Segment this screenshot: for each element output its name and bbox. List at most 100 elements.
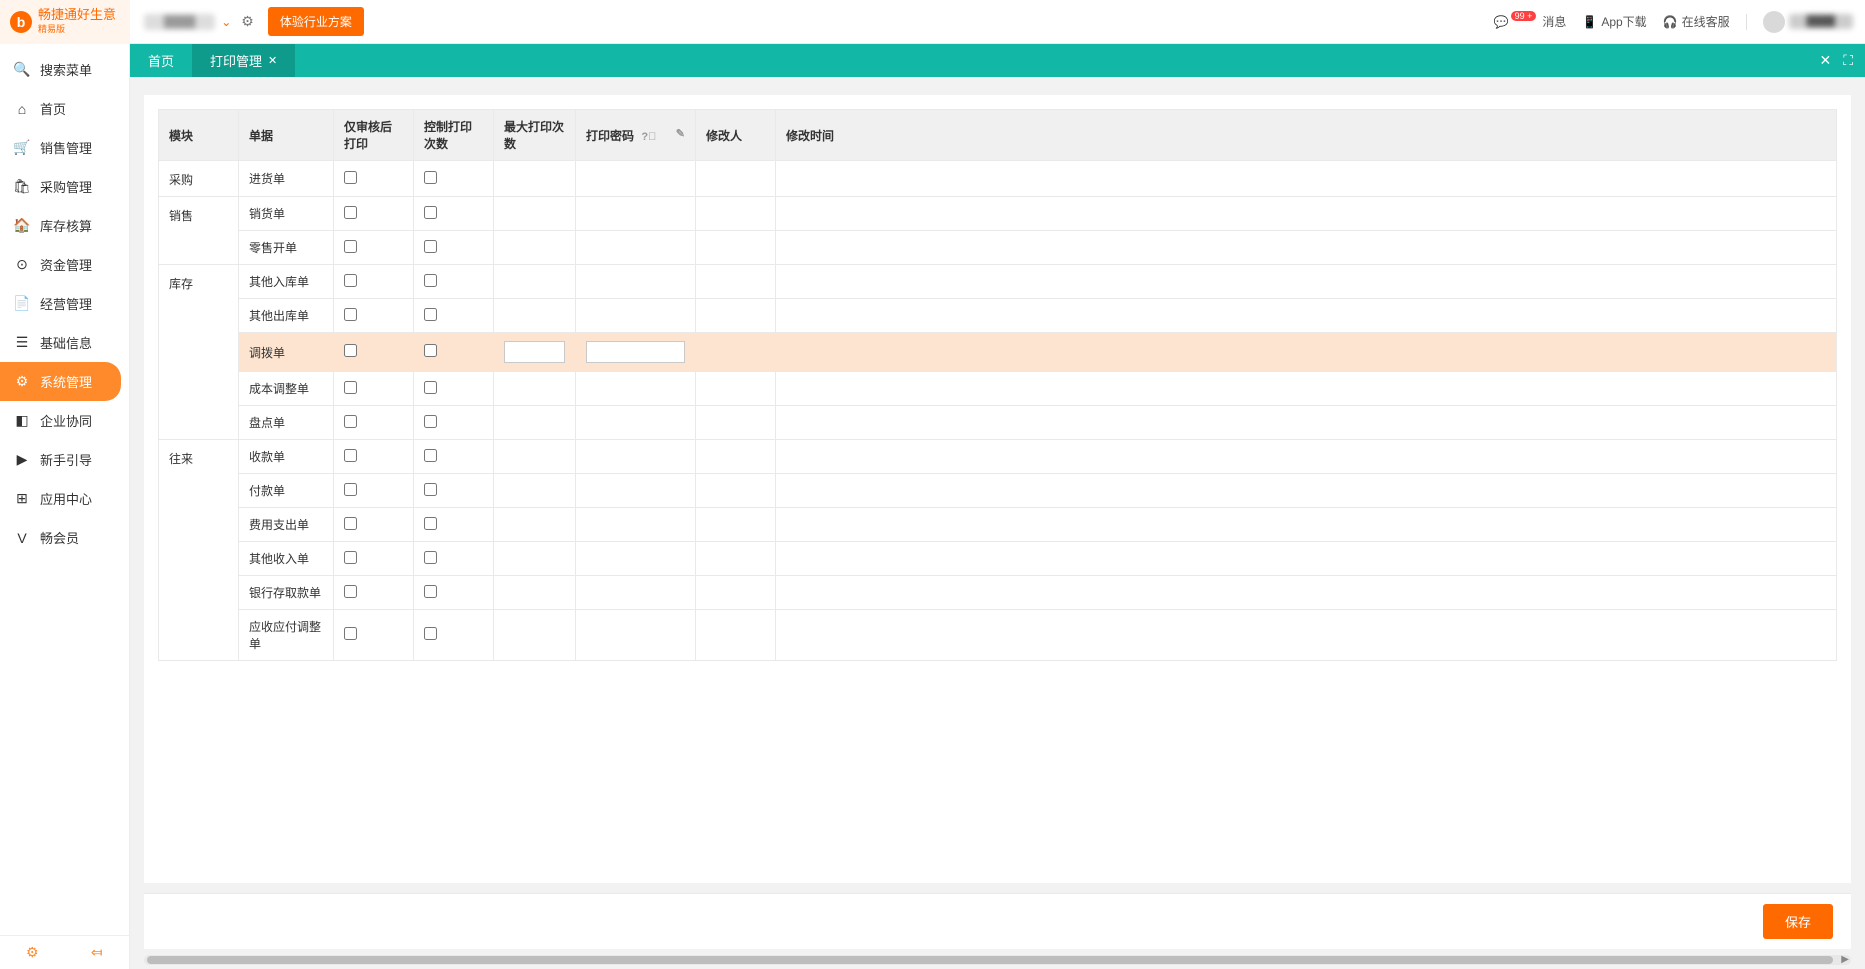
control-checkbox[interactable] <box>424 627 437 640</box>
sidebar-icon: ◧ <box>14 413 30 429</box>
modifier-cell <box>696 440 776 474</box>
th-control: 控制打印次数 <box>414 110 494 161</box>
sidebar-icon: V <box>14 530 30 546</box>
online-service-link[interactable]: 🎧 在线客服 <box>1663 13 1730 30</box>
scrollbar-thumb[interactable] <box>147 956 1833 964</box>
control-cell <box>414 231 494 265</box>
sidebar-item-2[interactable]: 🛒销售管理 <box>0 128 129 167</box>
sidebar-item-label: 销售管理 <box>40 138 92 157</box>
table-row: 盘点单 <box>159 406 1837 440</box>
pwd-cell <box>576 197 696 231</box>
sidebar: 🔍搜索菜单⌂首页🛒销售管理🛍采购管理🏠库存核算⊙资金管理📄经营管理☰基础信息⚙系… <box>0 44 130 969</box>
control-cell <box>414 610 494 661</box>
sidebar-item-5[interactable]: ⊙资金管理 <box>0 245 129 284</box>
sidebar-settings-button[interactable]: ⚙ <box>0 936 65 969</box>
audit-checkbox[interactable] <box>344 483 357 496</box>
audit-checkbox[interactable] <box>344 449 357 462</box>
control-checkbox[interactable] <box>424 308 437 321</box>
sidebar-item-0[interactable]: 🔍搜索菜单 <box>0 50 129 89</box>
doc-cell: 销货单 <box>239 197 334 231</box>
max-cell <box>494 299 576 333</box>
sidebar-item-3[interactable]: 🛍采购管理 <box>0 167 129 206</box>
tab-print-manage[interactable]: 打印管理 ✕ <box>192 44 295 77</box>
sidebar-collapse-button[interactable]: ⤆ <box>65 936 130 969</box>
audit-checkbox[interactable] <box>344 240 357 253</box>
control-checkbox[interactable] <box>424 585 437 598</box>
divider <box>1746 14 1747 30</box>
control-checkbox[interactable] <box>424 240 437 253</box>
modifier-cell <box>696 231 776 265</box>
phone-icon: 📱 <box>1582 15 1597 29</box>
chevron-down-icon: ⌄ <box>221 15 231 29</box>
sidebar-item-9[interactable]: ◧ 企业协同 <box>0 401 129 440</box>
control-checkbox[interactable] <box>424 517 437 530</box>
audit-checkbox[interactable] <box>344 206 357 219</box>
tab-close-all-icon[interactable]: ✕ <box>1819 52 1831 69</box>
sidebar-item-label: 企业协同 <box>40 411 92 430</box>
table-row: 银行存取款单 <box>159 576 1837 610</box>
control-checkbox[interactable] <box>424 171 437 184</box>
doc-cell: 盘点单 <box>239 406 334 440</box>
max-input[interactable] <box>504 341 565 363</box>
settings-icon[interactable]: ⚙ <box>241 13 254 30</box>
horizontal-scrollbar[interactable]: ▶ <box>144 955 1851 965</box>
user-menu[interactable]: ████ <box>1763 11 1853 33</box>
control-checkbox[interactable] <box>424 274 437 287</box>
fullscreen-icon[interactable]: ⛶ <box>1843 52 1853 69</box>
audit-checkbox[interactable] <box>344 381 357 394</box>
doc-cell: 其他出库单 <box>239 299 334 333</box>
audit-checkbox[interactable] <box>344 274 357 287</box>
help-icon[interactable]: ?⃝ <box>641 131 656 143</box>
modtime-cell <box>776 265 1837 299</box>
sidebar-item-10[interactable]: ▶新手引导 <box>0 440 129 479</box>
sidebar-item-12[interactable]: V畅会员 <box>0 518 129 557</box>
sidebar-item-7[interactable]: ☰基础信息 <box>0 323 129 362</box>
audit-checkbox[interactable] <box>344 171 357 184</box>
control-checkbox[interactable] <box>424 483 437 496</box>
control-checkbox[interactable] <box>424 381 437 394</box>
control-checkbox[interactable] <box>424 344 437 357</box>
max-cell <box>494 161 576 197</box>
pwd-input[interactable] <box>586 341 685 363</box>
audit-checkbox[interactable] <box>344 415 357 428</box>
sidebar-item-4[interactable]: 🏠库存核算 <box>0 206 129 245</box>
audit-checkbox[interactable] <box>344 517 357 530</box>
app-download-label: App下载 <box>1601 13 1646 30</box>
sidebar-item-6[interactable]: 📄经营管理 <box>0 284 129 323</box>
pwd-cell <box>576 161 696 197</box>
sidebar-item-11[interactable]: ⊞应用中心 <box>0 479 129 518</box>
th-max: 最大打印次数 <box>494 110 576 161</box>
tenant-select[interactable]: ████ ⌄ <box>144 14 231 30</box>
industry-plan-button[interactable]: 体验行业方案 <box>268 7 364 36</box>
table-row: 成本调整单 <box>159 372 1837 406</box>
max-cell <box>494 610 576 661</box>
audit-checkbox[interactable] <box>344 344 357 357</box>
control-checkbox[interactable] <box>424 551 437 564</box>
table-row: 销售销货单 <box>159 197 1837 231</box>
control-checkbox[interactable] <box>424 206 437 219</box>
audit-cell <box>334 372 414 406</box>
headset-icon: 🎧 <box>1663 15 1678 29</box>
sidebar-bottom: ⚙ ⤆ <box>0 935 129 969</box>
control-checkbox[interactable] <box>424 449 437 462</box>
control-cell <box>414 299 494 333</box>
modtime-cell <box>776 406 1837 440</box>
audit-checkbox[interactable] <box>344 585 357 598</box>
tab-home[interactable]: 首页 <box>130 44 192 77</box>
messages-link[interactable]: 💬 99 + 消息 <box>1494 13 1567 30</box>
tab-close-icon[interactable]: ✕ <box>268 54 277 67</box>
edit-icon[interactable]: ✎ <box>676 127 685 140</box>
app-download-link[interactable]: 📱 App下载 <box>1582 13 1646 30</box>
audit-checkbox[interactable] <box>344 627 357 640</box>
control-checkbox[interactable] <box>424 415 437 428</box>
scrollbar-arrow-right[interactable]: ▶ <box>1841 954 1849 965</box>
audit-checkbox[interactable] <box>344 551 357 564</box>
module-cell: 库存 <box>159 265 239 440</box>
max-cell <box>494 265 576 299</box>
sidebar-item-8[interactable]: ⚙系统管理 <box>0 362 121 401</box>
sidebar-item-1[interactable]: ⌂首页 <box>0 89 129 128</box>
brand-edition: 精易版 <box>38 22 116 35</box>
audit-checkbox[interactable] <box>344 308 357 321</box>
save-button[interactable]: 保存 <box>1763 904 1833 939</box>
doc-cell: 应收应付调整单 <box>239 610 334 661</box>
